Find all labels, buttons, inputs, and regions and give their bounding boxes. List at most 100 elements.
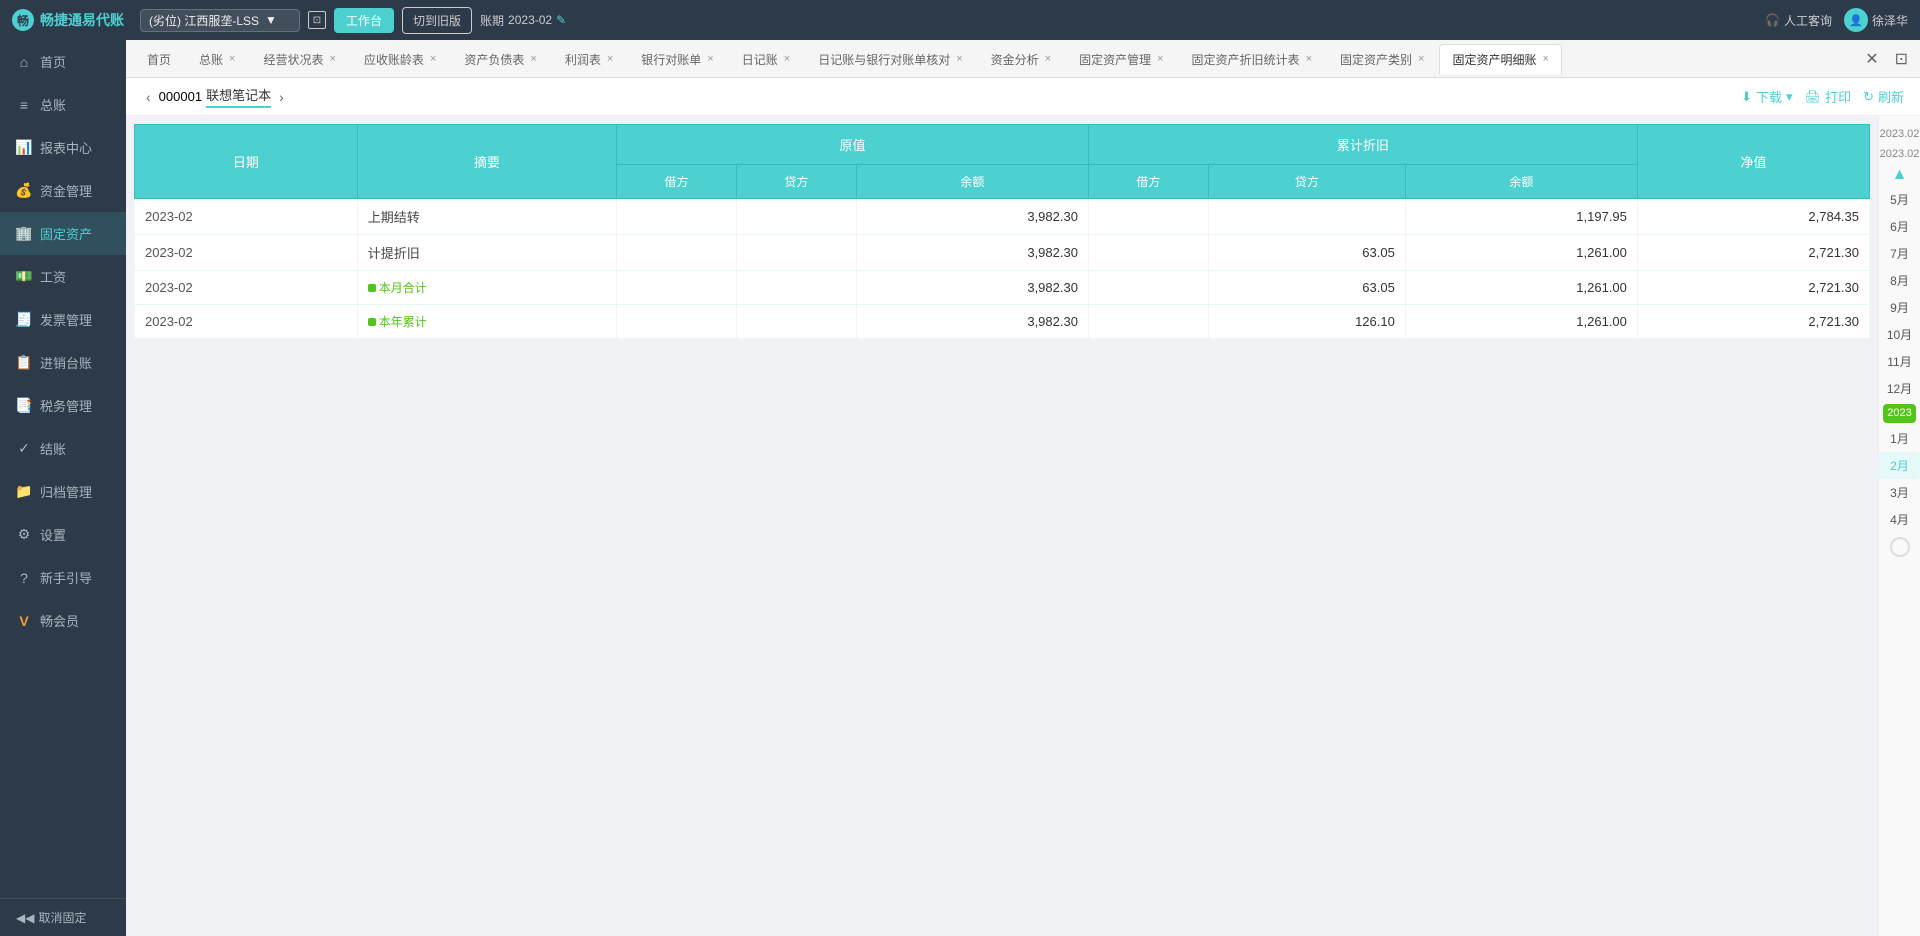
main-layout: ⌂ 首页 ≡ 总账 📊 报表中心 💰 资金管理 🏢 固定资产 💵 工资 🧾 发票… <box>0 40 1920 936</box>
sidebar-item-archive-mgmt[interactable]: 📁 归档管理 <box>0 470 126 513</box>
panel-month-12[interactable]: 12月 <box>1879 375 1920 402</box>
tab-fund-analysis[interactable]: 资金分析 × <box>978 44 1064 74</box>
tab-accounts-receivable-close[interactable]: × <box>430 53 436 65</box>
back-button[interactable]: ‹ <box>142 87 155 107</box>
sidebar-item-payroll[interactable]: 💵 工资 <box>0 255 126 298</box>
tab-fixed-assets-category[interactable]: 固定资产类别 × <box>1327 44 1437 74</box>
sidebar-item-member[interactable]: V 畅会员 <box>0 599 126 642</box>
col-header-accumulated-depreciation: 累计折旧 <box>1088 125 1637 165</box>
tab-profit-table-label: 利润表 <box>565 51 601 68</box>
panel-month-7[interactable]: 7月 <box>1879 240 1920 267</box>
tab-profit-table[interactable]: 利润表 × <box>552 44 626 74</box>
tab-journal-close[interactable]: × <box>784 53 790 65</box>
user-area[interactable]: 👤 徐泽华 <box>1844 8 1908 32</box>
tab-depreciation-stats[interactable]: 固定资产折旧统计表 × <box>1179 44 1325 74</box>
col-header-orig-credit: 贷方 <box>736 165 856 199</box>
panel-month-11[interactable]: 11月 <box>1879 348 1920 375</box>
download-button[interactable]: ⬇ 下载 ▾ <box>1741 87 1792 106</box>
year-badge: 2023 <box>1883 404 1915 423</box>
tab-journal[interactable]: 日记账 × <box>729 44 803 74</box>
sidebar-item-general-ledger[interactable]: ≡ 总账 <box>0 83 126 126</box>
row3-accum-credit: 63.05 <box>1208 271 1405 305</box>
tab-journal-bank-verify[interactable]: 日记账与银行对账单核对 × <box>805 44 975 74</box>
tab-fixed-assets-mgmt-close[interactable]: × <box>1157 53 1163 65</box>
maximize-button[interactable]: ⊡ <box>1891 47 1912 71</box>
tab-accounts-receivable-label: 应收账龄表 <box>364 51 424 68</box>
panel-month-5[interactable]: 5月 <box>1879 186 1920 213</box>
panel-month-9[interactable]: 9月 <box>1879 294 1920 321</box>
tab-bank-statement[interactable]: 银行对账单 × <box>628 44 726 74</box>
tab-fixed-assets-detail-label: 固定资产明细账 <box>1452 51 1536 68</box>
tab-fixed-assets-category-close[interactable]: × <box>1418 53 1424 65</box>
row3-accum-balance: 1,261.00 <box>1405 271 1637 305</box>
tab-balance-sheet[interactable]: 资产负债表 × <box>451 44 549 74</box>
row3-orig-debit <box>616 271 736 305</box>
sidebar-item-report-center[interactable]: 📊 报表中心 <box>0 126 126 169</box>
tab-accounts-receivable[interactable]: 应收账龄表 × <box>351 44 449 74</box>
sidebar-item-settings[interactable]: ⚙ 设置 <box>0 513 126 556</box>
panel-circle-bottom[interactable] <box>1890 537 1910 557</box>
sidebar-pin-toggle[interactable]: ◀◀ 取消固定 <box>0 898 126 936</box>
tab-fund-analysis-close[interactable]: × <box>1045 53 1051 65</box>
sidebar-label-settlement: 结账 <box>40 439 66 458</box>
row2-abstract: 计提折旧 <box>357 235 616 271</box>
report-icon: 📊 <box>16 140 32 156</box>
panel-month-8[interactable]: 8月 <box>1879 267 1920 294</box>
close-all-tabs-button[interactable]: ✕ <box>1861 47 1882 71</box>
panel-month-4[interactable]: 4月 <box>1879 506 1920 533</box>
tab-depreciation-stats-label: 固定资产折旧统计表 <box>1192 51 1300 68</box>
right-panel: 2023.02 2023.02 ▲ 5月 6月 7月 8月 9月 10月 11月… <box>1878 116 1920 936</box>
tab-balance-sheet-close[interactable]: × <box>530 53 536 65</box>
row1-date: 2023-02 <box>135 199 358 235</box>
fixed-assets-icon: 🏢 <box>16 226 32 242</box>
panel-month-2-active[interactable]: 2月 <box>1879 452 1920 479</box>
tab-profit-table-close[interactable]: × <box>607 53 613 65</box>
payroll-icon: 💵 <box>16 269 32 285</box>
tab-bank-statement-close[interactable]: × <box>707 53 713 65</box>
tab-fixed-assets-detail-close[interactable]: × <box>1542 53 1548 65</box>
sidebar-item-fund-mgmt[interactable]: 💰 资金管理 <box>0 169 126 212</box>
company-name: (劣位) 江西服垄-LSS <box>149 12 259 29</box>
print-icon: 🖨 <box>1805 89 1822 105</box>
panel-month-10[interactable]: 10月 <box>1879 321 1920 348</box>
switch-old-button[interactable]: 切到旧版 <box>402 7 472 34</box>
tab-fixed-assets-mgmt[interactable]: 固定资产管理 × <box>1066 44 1176 74</box>
tab-depreciation-stats-close[interactable]: × <box>1306 53 1312 65</box>
sidebar-item-fixed-assets[interactable]: 🏢 固定资产 <box>0 212 126 255</box>
customer-service[interactable]: 🎧 人工客询 <box>1765 12 1832 29</box>
print-button[interactable]: 🖨 打印 <box>1805 87 1852 106</box>
tab-general-ledger-close[interactable]: × <box>229 53 235 65</box>
edit-period-icon[interactable]: ✎ <box>556 13 566 27</box>
sidebar-item-settlement[interactable]: ✓ 结账 <box>0 427 126 470</box>
sidebar-item-home[interactable]: ⌂ 首页 <box>0 40 126 83</box>
row4-date: 2023-02 <box>135 305 358 339</box>
tab-business-status-close[interactable]: × <box>329 53 335 65</box>
panel-month-6[interactable]: 6月 <box>1879 213 1920 240</box>
tab-general-ledger[interactable]: 总账 × <box>186 44 248 74</box>
service-label: 人工客询 <box>1784 12 1832 29</box>
sidebar-item-invoice-mgmt[interactable]: 🧾 发票管理 <box>0 298 126 341</box>
sidebar-item-beginner-guide[interactable]: ? 新手引导 <box>0 556 126 599</box>
tab-home[interactable]: 首页 <box>134 44 184 74</box>
sidebar-item-purchase-sales[interactable]: 📋 进销台账 <box>0 341 126 384</box>
fixed-assets-detail-table: 日期 摘要 原值 累计折旧 净值 借方 贷方 余额 借方 贷方 余额 <box>134 124 1870 339</box>
row2-orig-debit <box>616 235 736 271</box>
copy-icon[interactable]: ⊡ <box>308 11 326 29</box>
row2-date: 2023-02 <box>135 235 358 271</box>
row4-abstract: 本年累计 <box>357 305 616 339</box>
refresh-button[interactable]: ↻ 刷新 <box>1863 87 1904 106</box>
company-selector[interactable]: (劣位) 江西服垄-LSS ▼ <box>140 9 300 32</box>
forward-button[interactable]: › <box>275 87 288 107</box>
scroll-up-button[interactable]: ▲ <box>1890 164 1910 186</box>
panel-month-3[interactable]: 3月 <box>1879 479 1920 506</box>
tab-business-status[interactable]: 经营状况表 × <box>250 44 348 74</box>
table-area: 日期 摘要 原值 累计折旧 净值 借方 贷方 余额 借方 贷方 余额 <box>126 116 1878 936</box>
tab-journal-bank-verify-close[interactable]: × <box>956 53 962 65</box>
col-header-net-value: 净值 <box>1637 125 1869 199</box>
tab-fixed-assets-detail[interactable]: 固定资产明细账 × <box>1439 44 1561 74</box>
panel-month-1[interactable]: 1月 <box>1879 425 1920 452</box>
sidebar-item-tax-mgmt[interactable]: 📑 税务管理 <box>0 384 126 427</box>
workbench-button[interactable]: 工作台 <box>334 8 394 33</box>
header-right: 🎧 人工客询 👤 徐泽华 <box>1765 8 1908 32</box>
tab-journal-label: 日记账 <box>742 51 778 68</box>
